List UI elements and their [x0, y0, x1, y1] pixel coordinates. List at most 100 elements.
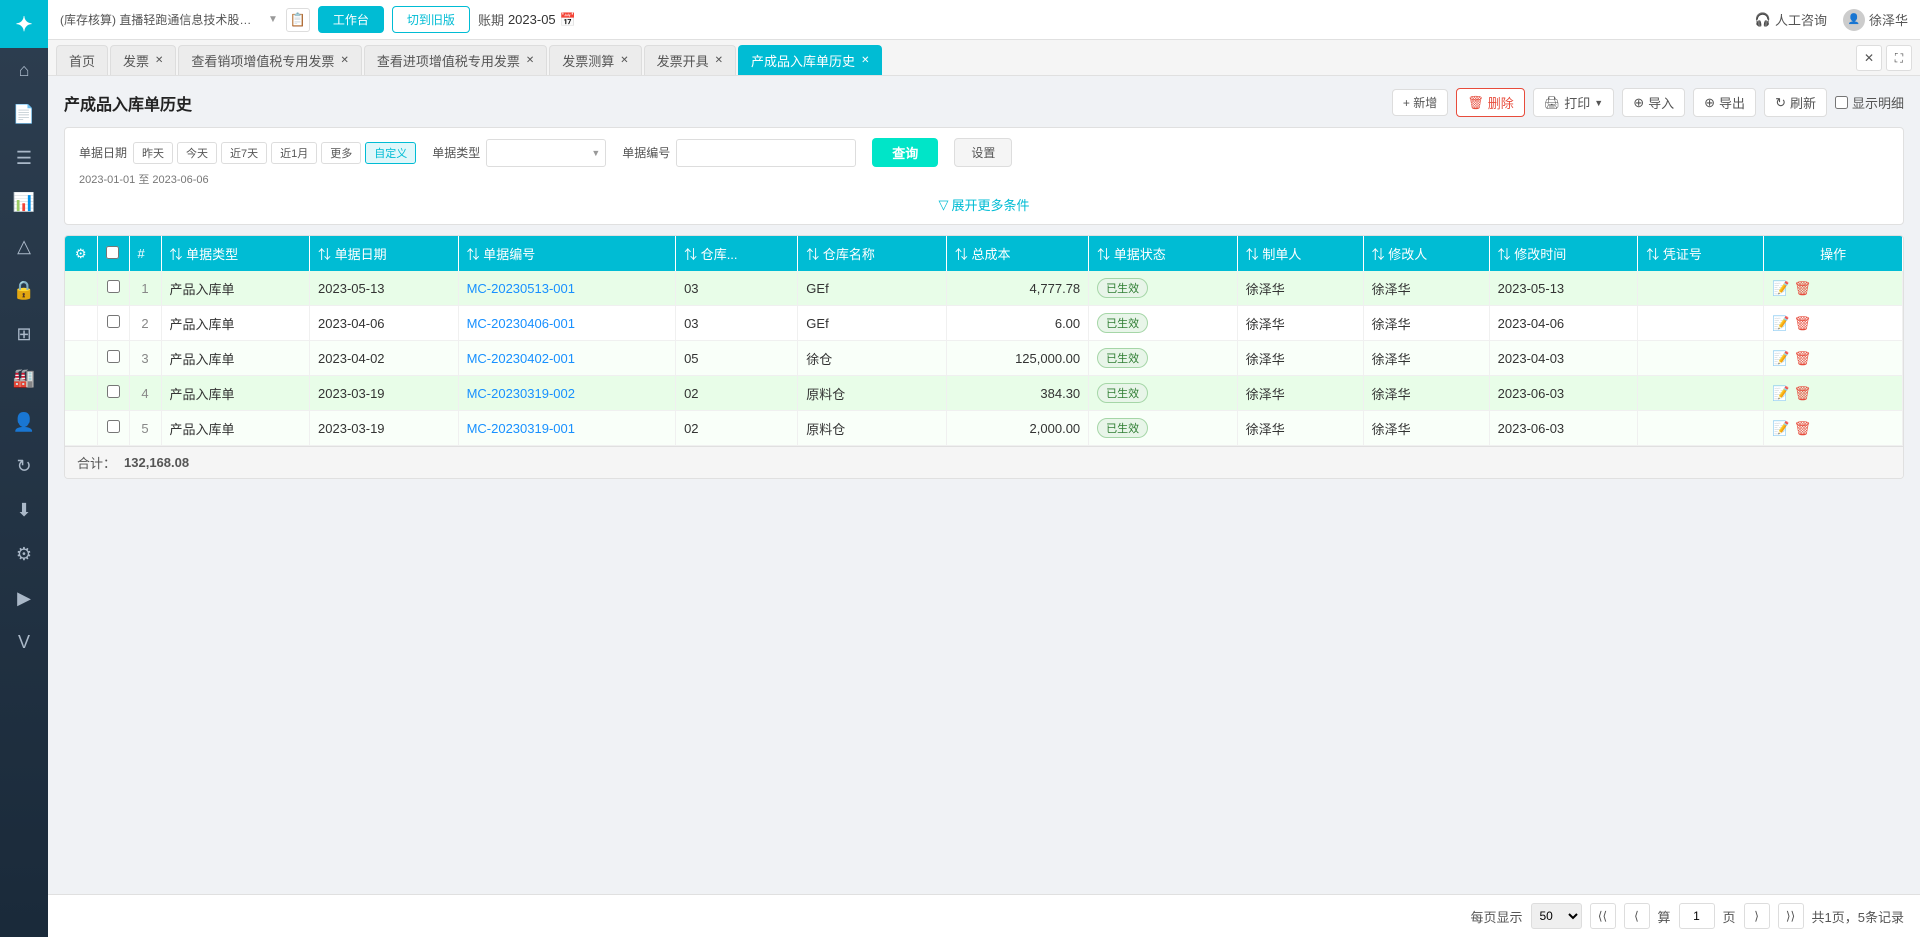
th-type[interactable]: ⇅ 单据类型 [161, 236, 310, 271]
sidebar-item-docs[interactable]: 📄 [0, 92, 48, 136]
th-status[interactable]: ⇅ 单据状态 [1089, 236, 1238, 271]
date-btn-1month[interactable]: 近1月 [271, 142, 317, 164]
sidebar-item-version[interactable]: V [0, 620, 48, 664]
th-warehouse-code[interactable]: ⇅ 仓库... [676, 236, 798, 271]
sidebar-item-user[interactable]: 👤 [0, 400, 48, 444]
tab-issue-close[interactable]: ✕ [715, 55, 723, 66]
date-btn-yesterday[interactable]: 昨天 [133, 142, 173, 164]
row-edit-icon-2[interactable]: 📝 [1772, 350, 1789, 367]
row-edit-icon-3[interactable]: 📝 [1772, 385, 1789, 402]
th-total-cost[interactable]: ⇅ 总成本 [946, 236, 1088, 271]
sidebar-item-settings[interactable]: ⚙ [0, 532, 48, 576]
row-delete-icon-4[interactable]: 🗑 [1794, 420, 1812, 437]
doc-icon[interactable]: 📋 [286, 8, 310, 32]
row-edit-icon-4[interactable]: 📝 [1772, 420, 1789, 437]
print-button[interactable]: 🖨 打印 ▼ [1533, 88, 1614, 117]
date-range-display: 2023-01-01 至 2023-06-06 [79, 171, 1889, 187]
delete-button[interactable]: 🗑 删 删除 删除 [1456, 88, 1525, 117]
th-creator[interactable]: ⇅ 制单人 [1237, 236, 1363, 271]
tab-purchase-close[interactable]: ✕ [526, 55, 534, 66]
page-title: 产成品入库单历史 [64, 91, 192, 115]
th-settings[interactable]: ⚙ [65, 236, 97, 271]
th-voucher[interactable]: ⇅ 凭证号 [1638, 236, 1764, 271]
row-cb-2[interactable] [107, 350, 120, 363]
row-cb-3[interactable] [107, 385, 120, 398]
sidebar-item-graph[interactable]: △ [0, 224, 48, 268]
last-page-btn[interactable]: ⟩⟩ [1778, 903, 1804, 929]
new-button[interactable]: + 新增 [1392, 89, 1448, 116]
sidebar-item-warehouse[interactable]: 🏭 [0, 356, 48, 400]
first-page-btn[interactable]: ⟨⟨ [1590, 903, 1616, 929]
user-info[interactable]: 👤 徐泽华 [1843, 9, 1908, 31]
dropdown-icon[interactable]: ▼ [268, 14, 278, 25]
date-btn-today[interactable]: 今天 [177, 142, 217, 164]
tab-invoice-calc[interactable]: 发票测算 ✕ [549, 45, 641, 75]
select-all-checkbox[interactable] [106, 246, 119, 259]
row-number-link-1[interactable]: MC-20230406-001 [467, 316, 575, 331]
sidebar-item-play[interactable]: ▶ [0, 576, 48, 620]
row-number-link-4[interactable]: MC-20230319-001 [467, 421, 575, 436]
page-header: 产成品入库单历史 + 新增 🗑 删 删除 删除 🖨 打印 ▼ ⊕ 导入 [64, 88, 1904, 117]
per-page-select[interactable]: 10 20 50 100 [1531, 903, 1582, 929]
app-logo[interactable]: ✦ [0, 0, 48, 48]
expand-button[interactable]: ▽ 展开更多条件 [938, 195, 1029, 214]
row-edit-icon-0[interactable]: 📝 [1772, 280, 1789, 297]
row-delete-icon-1[interactable]: 🗑 [1794, 315, 1812, 332]
sidebar-item-refresh[interactable]: ↻ [0, 444, 48, 488]
prev-page-btn[interactable]: ⟨ [1624, 903, 1650, 929]
tab-sales-invoice[interactable]: 查看销项增值税专用发票 ✕ [178, 45, 361, 75]
row-cb-1[interactable] [107, 315, 120, 328]
number-input[interactable] [676, 139, 856, 167]
th-date[interactable]: ⇅ 单据日期 [310, 236, 459, 271]
tab-sales-close[interactable]: ✕ [340, 55, 348, 66]
row-number-link-2[interactable]: MC-20230402-001 [467, 351, 575, 366]
refresh-button[interactable]: ↻ 刷新 [1764, 88, 1827, 117]
row-delete-icon-0[interactable]: 🗑 [1794, 280, 1812, 297]
type-select[interactable]: 产品入库单 [486, 139, 606, 167]
sidebar-item-home[interactable]: ⌂ [0, 48, 48, 92]
th-modify-time[interactable]: ⇅ 修改时间 [1489, 236, 1638, 271]
sidebar-item-lock[interactable]: 🔒 [0, 268, 48, 312]
row-number-link-0[interactable]: MC-20230513-001 [467, 281, 575, 296]
date-btn-custom[interactable]: 自定义 [365, 142, 416, 164]
calendar-icon[interactable]: 📅 [560, 12, 576, 28]
tab-maximize[interactable]: ⛶ [1886, 45, 1912, 71]
support-link[interactable]: 🎧 人工咨询 [1755, 10, 1827, 29]
row-cb-4[interactable] [107, 420, 120, 433]
row-edit-icon-1[interactable]: 📝 [1772, 315, 1789, 332]
next-page-btn[interactable]: ⟩ [1744, 903, 1770, 929]
tab-product-history[interactable]: 产成品入库单历史 ✕ [738, 45, 882, 75]
show-detail-checkbox[interactable]: 显示明细 [1835, 93, 1904, 112]
query-button[interactable]: 查询 [872, 138, 938, 167]
th-number[interactable]: ⇅ 单据编号 [458, 236, 676, 271]
table-row: 2 产品入库单 2023-04-06 MC-20230406-001 03 GE… [65, 306, 1903, 341]
date-btn-7days[interactable]: 近7天 [221, 142, 267, 164]
table-row: 1 产品入库单 2023-05-13 MC-20230513-001 03 GE… [65, 271, 1903, 306]
export-button[interactable]: ⊕ 导出 [1693, 88, 1756, 117]
row-delete-icon-2[interactable]: 🗑 [1794, 350, 1812, 367]
sidebar-item-chart[interactable]: 📊 [0, 180, 48, 224]
sidebar-item-list[interactable]: ☰ [0, 136, 48, 180]
workbench-button[interactable]: 工作台 [318, 6, 384, 33]
row-delete-icon-3[interactable]: 🗑 [1794, 385, 1812, 402]
tab-history-close[interactable]: ✕ [861, 55, 869, 66]
setting-button[interactable]: 设置 [954, 138, 1012, 167]
tab-close-all[interactable]: ✕ [1856, 45, 1882, 71]
row-number-link-3[interactable]: MC-20230319-002 [467, 386, 575, 401]
sidebar-item-download[interactable]: ⬇ [0, 488, 48, 532]
import-button[interactable]: ⊕ 导入 [1622, 88, 1685, 117]
tab-home[interactable]: 首页 [56, 45, 108, 75]
tab-invoice-issue[interactable]: 发票开具 ✕ [644, 45, 736, 75]
tab-purchase-invoice[interactable]: 查看进项增值税专用发票 ✕ [364, 45, 547, 75]
date-btn-more[interactable]: 更多 [321, 142, 361, 164]
th-modifier[interactable]: ⇅ 修改人 [1363, 236, 1489, 271]
row-cb-0[interactable] [107, 280, 120, 293]
tab-invoice-close[interactable]: ✕ [155, 55, 163, 66]
page-input[interactable] [1679, 903, 1715, 929]
sidebar-item-grid[interactable]: ⊞ [0, 312, 48, 356]
tab-invoice[interactable]: 发票 ✕ [110, 45, 176, 75]
th-warehouse-name[interactable]: ⇅ 仓库名称 [798, 236, 947, 271]
switch-version-button[interactable]: 切到旧版 [392, 6, 470, 33]
tab-calc-close[interactable]: ✕ [620, 55, 628, 66]
row-number-0: MC-20230513-001 [458, 271, 676, 306]
